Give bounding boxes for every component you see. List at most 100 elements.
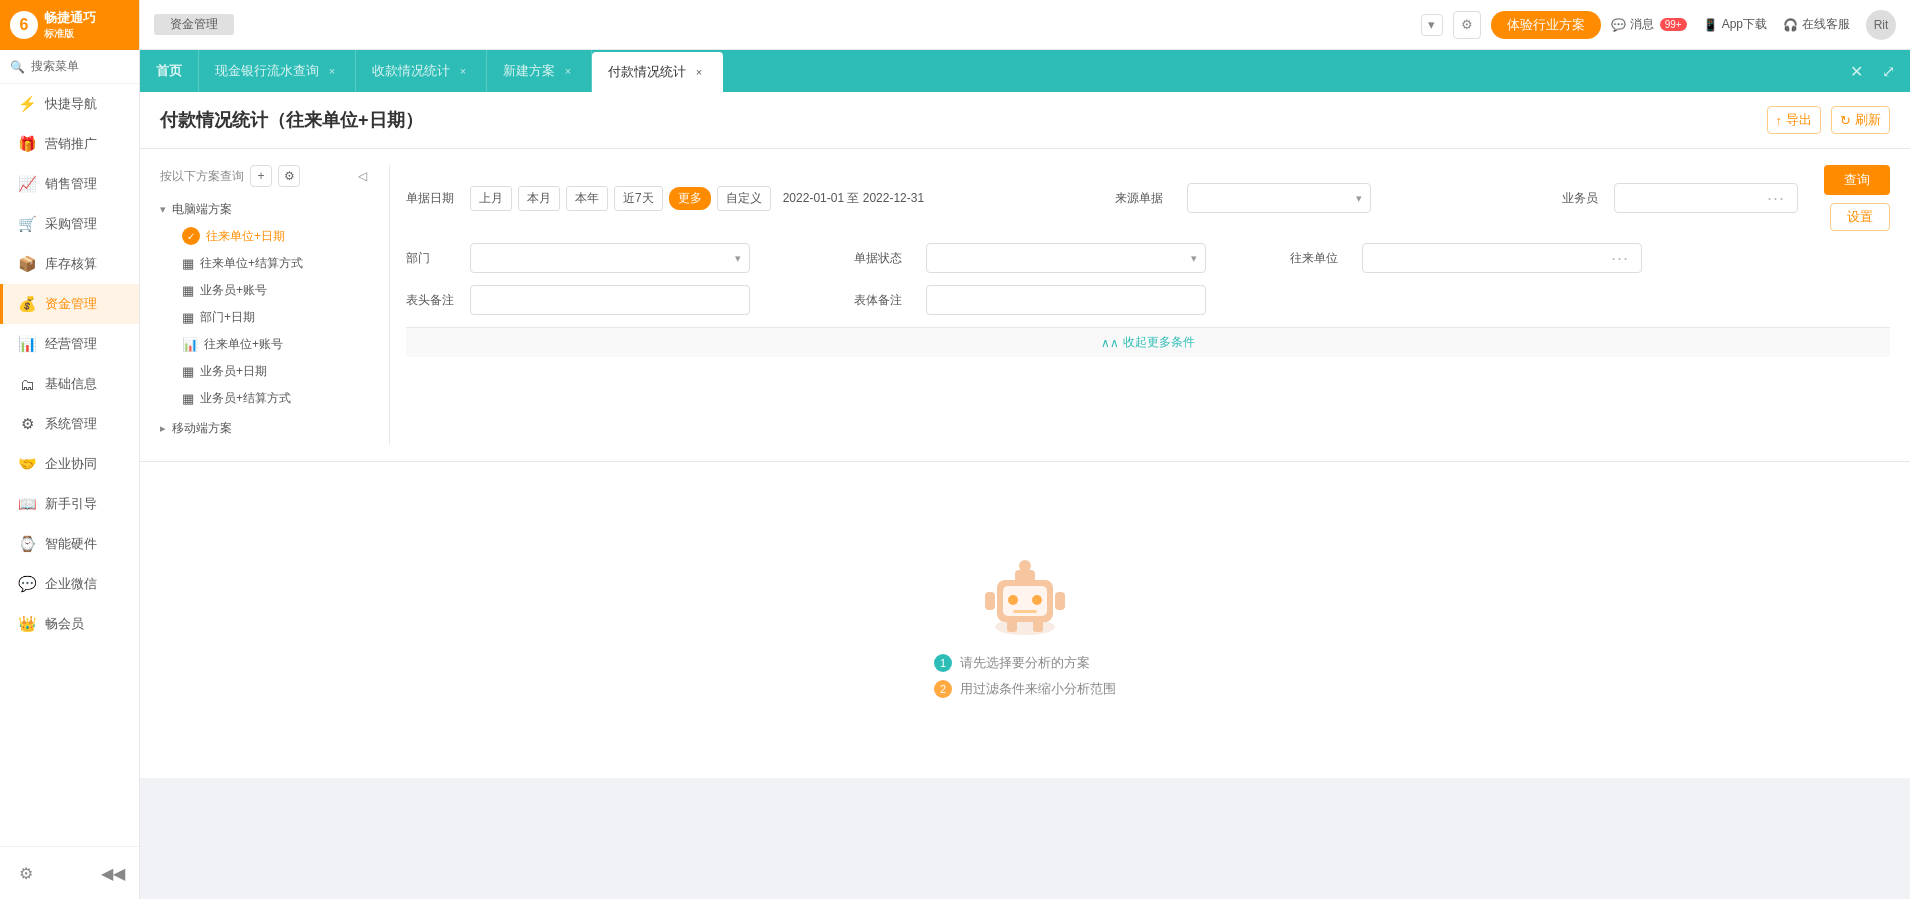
empty-tips: 1 请先选择要分析的方案 2 用过滤条件来缩小分析范围	[934, 654, 1116, 698]
sidebar-item-member[interactable]: 👑畅会员	[0, 604, 139, 644]
scheme-group-mobile: ▸移动端方案	[160, 416, 373, 441]
tab-close-all-btn[interactable]: ✕	[1844, 59, 1868, 83]
tab-payment-stats[interactable]: 付款情况统计×	[592, 52, 723, 92]
tab-label-home: 首页	[156, 62, 182, 80]
empty-tip-1: 1 请先选择要分析的方案	[934, 654, 1116, 672]
sidebar-item-enterprise[interactable]: 🤝企业协同	[0, 444, 139, 484]
date-last-month-btn[interactable]: 上月	[470, 186, 512, 211]
sidebar-settings-btn[interactable]: ⚙	[10, 857, 42, 889]
query-btn[interactable]: 查询	[1824, 165, 1890, 195]
sidebar-icon-finance: 💰	[17, 294, 37, 314]
tab-bank-flow[interactable]: 现金银行流水查询 ×	[199, 50, 356, 92]
status-select[interactable]: ▾	[926, 243, 1206, 273]
tab-receipt-stats[interactable]: 收款情况统计 ×	[356, 50, 487, 92]
export-btn[interactable]: ↑ 导出	[1767, 106, 1822, 134]
sidebar-item-finance[interactable]: 💰资金管理	[0, 284, 139, 324]
svg-rect-9	[1055, 592, 1065, 610]
sidebar-label-inventory: 库存核算	[45, 255, 97, 273]
scheme-group-chevron-mobile: ▸	[160, 422, 166, 435]
scheme-item-salesman-payment[interactable]: ▦业务员+结算方式	[176, 385, 373, 412]
filter-row-dept: 部门 ▾ 单据状态 ▾ 往来单位 ···	[406, 243, 1890, 273]
sidebar-icon-quick-nav: ⚡	[17, 94, 37, 114]
search-menu[interactable]: 🔍 搜索菜单	[0, 50, 139, 84]
tab-close-new-scheme[interactable]: ×	[561, 64, 575, 78]
service-icon: 🎧	[1783, 18, 1798, 32]
add-scheme-btn[interactable]: +	[250, 165, 272, 187]
sidebar-label-guide: 新手引导	[45, 495, 97, 513]
sidebar-item-weixin[interactable]: 💬企业微信	[0, 564, 139, 604]
user-avatar[interactable]: Rit	[1866, 10, 1896, 40]
salesman-select[interactable]: ···	[1614, 183, 1798, 213]
sidebar-item-quick-nav[interactable]: ⚡ 快捷导航	[0, 84, 139, 124]
body-note-input[interactable]	[935, 293, 1197, 307]
tab-home[interactable]: 首页	[140, 50, 199, 92]
date-label: 单据日期	[406, 190, 458, 207]
manage-scheme-btn[interactable]: ⚙	[278, 165, 300, 187]
scheme-item-salesman-account[interactable]: ▦业务员+账号	[176, 277, 373, 304]
sidebar-item-sales[interactable]: 📈销售管理	[0, 164, 139, 204]
scheme-group-header-mobile[interactable]: ▸移动端方案	[160, 416, 373, 441]
app-download-btn[interactable]: 📱 App下载	[1703, 16, 1767, 33]
sidebar-item-hardware[interactable]: ⌚智能硬件	[0, 524, 139, 564]
tab-close-bank-flow[interactable]: ×	[325, 64, 339, 78]
sidebar-collapse-btn[interactable]: ◀◀	[97, 857, 129, 889]
topbar-settings-btn[interactable]: ⚙	[1453, 11, 1481, 39]
scheme-item-partner-account[interactable]: 📊往来单位+账号	[176, 331, 373, 358]
scheme-collapse-btn[interactable]: ◁	[351, 165, 373, 187]
topbar-right: 💬 消息 99+ 📱 App下载 🎧 在线客服 Rit	[1611, 10, 1896, 40]
scheme-item-partner-date[interactable]: ✓往来单位+日期	[176, 222, 373, 250]
sidebar-item-operation[interactable]: 📊经营管理	[0, 324, 139, 364]
sidebar-icon-member: 👑	[17, 614, 37, 634]
service-btn[interactable]: 🎧 在线客服	[1783, 16, 1850, 33]
sidebar-icon-basic: 🗂	[17, 374, 37, 394]
partner-select[interactable]: ···	[1362, 243, 1642, 273]
scheme-header: 按以下方案查询 + ⚙ ◁	[160, 165, 373, 187]
head-note-input[interactable]	[479, 293, 741, 307]
sidebar-label-basic: 基础信息	[45, 375, 97, 393]
source-select[interactable]: ▾	[1187, 183, 1371, 213]
scheme-item-dept-date[interactable]: ▦部门+日期	[176, 304, 373, 331]
sidebar-item-system[interactable]: ⚙系统管理	[0, 404, 139, 444]
tab-expand-btn[interactable]: ⤢	[1876, 59, 1900, 83]
date-options: 上月 本月 本年 近7天 更多 自定义 2022-01-01 至 2022-12…	[470, 186, 924, 211]
sidebar-icon-purchase: 🛒	[17, 214, 37, 234]
collapse-btn[interactable]: ∧∧ 收起更多条件	[406, 327, 1890, 357]
topbar-dropdown-btn[interactable]: ▾	[1421, 14, 1443, 36]
trial-btn[interactable]: 体验行业方案	[1491, 11, 1601, 39]
dept-select[interactable]: ▾	[470, 243, 750, 273]
sidebar-item-basic[interactable]: 🗂 基础信息	[0, 364, 139, 404]
scheme-header-label: 按以下方案查询	[160, 168, 244, 185]
tabs-container: 首页现金银行流水查询×收款情况统计×新建方案×付款情况统计×	[140, 50, 723, 92]
tab-close-payment-stats[interactable]: ×	[692, 65, 706, 79]
sidebar-item-marketing[interactable]: 🎁营销推广	[0, 124, 139, 164]
message-btn[interactable]: 💬 消息 99+	[1611, 16, 1687, 33]
message-icon: 💬	[1611, 18, 1626, 32]
filter-settings-btn[interactable]: 设置	[1830, 203, 1890, 231]
sidebar-item-purchase[interactable]: 🛒采购管理	[0, 204, 139, 244]
date-custom-btn[interactable]: 自定义	[717, 186, 771, 211]
scheme-item-salesman-date[interactable]: ▦业务员+日期	[176, 358, 373, 385]
collapse-icon: ∧∧	[1101, 336, 1119, 350]
date-this-month-btn[interactable]: 本月	[518, 186, 560, 211]
tab-close-receipt-stats[interactable]: ×	[456, 64, 470, 78]
scheme-item-icon-salesman-account: ▦	[182, 283, 194, 298]
scheme-item-partner-payment[interactable]: ▦往来单位+结算方式	[176, 250, 373, 277]
date-range-display: 2022-01-01 至 2022-12-31	[783, 190, 924, 207]
refresh-icon: ↻	[1840, 113, 1851, 128]
sidebar-logo: 6 畅捷通巧 标准版	[0, 0, 139, 50]
sidebar-item-inventory[interactable]: 📦库存核算	[0, 244, 139, 284]
sidebar-label-quick-nav: 快捷导航	[45, 95, 97, 113]
tab-label-receipt-stats: 收款情况统计	[372, 62, 450, 80]
sidebar-icon-system: ⚙	[17, 414, 37, 434]
tab-new-scheme[interactable]: 新建方案×	[487, 50, 592, 92]
sidebar-items: ⚡ 快捷导航 🎁营销推广📈销售管理🛒采购管理📦库存核算💰资金管理📊经营管理 🗂 基础信息…	[0, 84, 139, 644]
date-this-year-btn[interactable]: 本年	[566, 186, 608, 211]
sidebar-item-guide[interactable]: 📖新手引导	[0, 484, 139, 524]
date-more-btn[interactable]: 更多	[669, 187, 711, 210]
scheme-group-header-desktop[interactable]: ▾电脑端方案	[160, 197, 373, 222]
tab-label-bank-flow: 现金银行流水查询	[215, 62, 319, 80]
svg-point-3	[1008, 595, 1018, 605]
page-content: 付款情况统计（往来单位+日期） ↑ 导出 ↻ 刷新 按以下方案查询 +	[140, 92, 1910, 899]
date-7days-btn[interactable]: 近7天	[614, 186, 663, 211]
refresh-btn[interactable]: ↻ 刷新	[1831, 106, 1890, 134]
